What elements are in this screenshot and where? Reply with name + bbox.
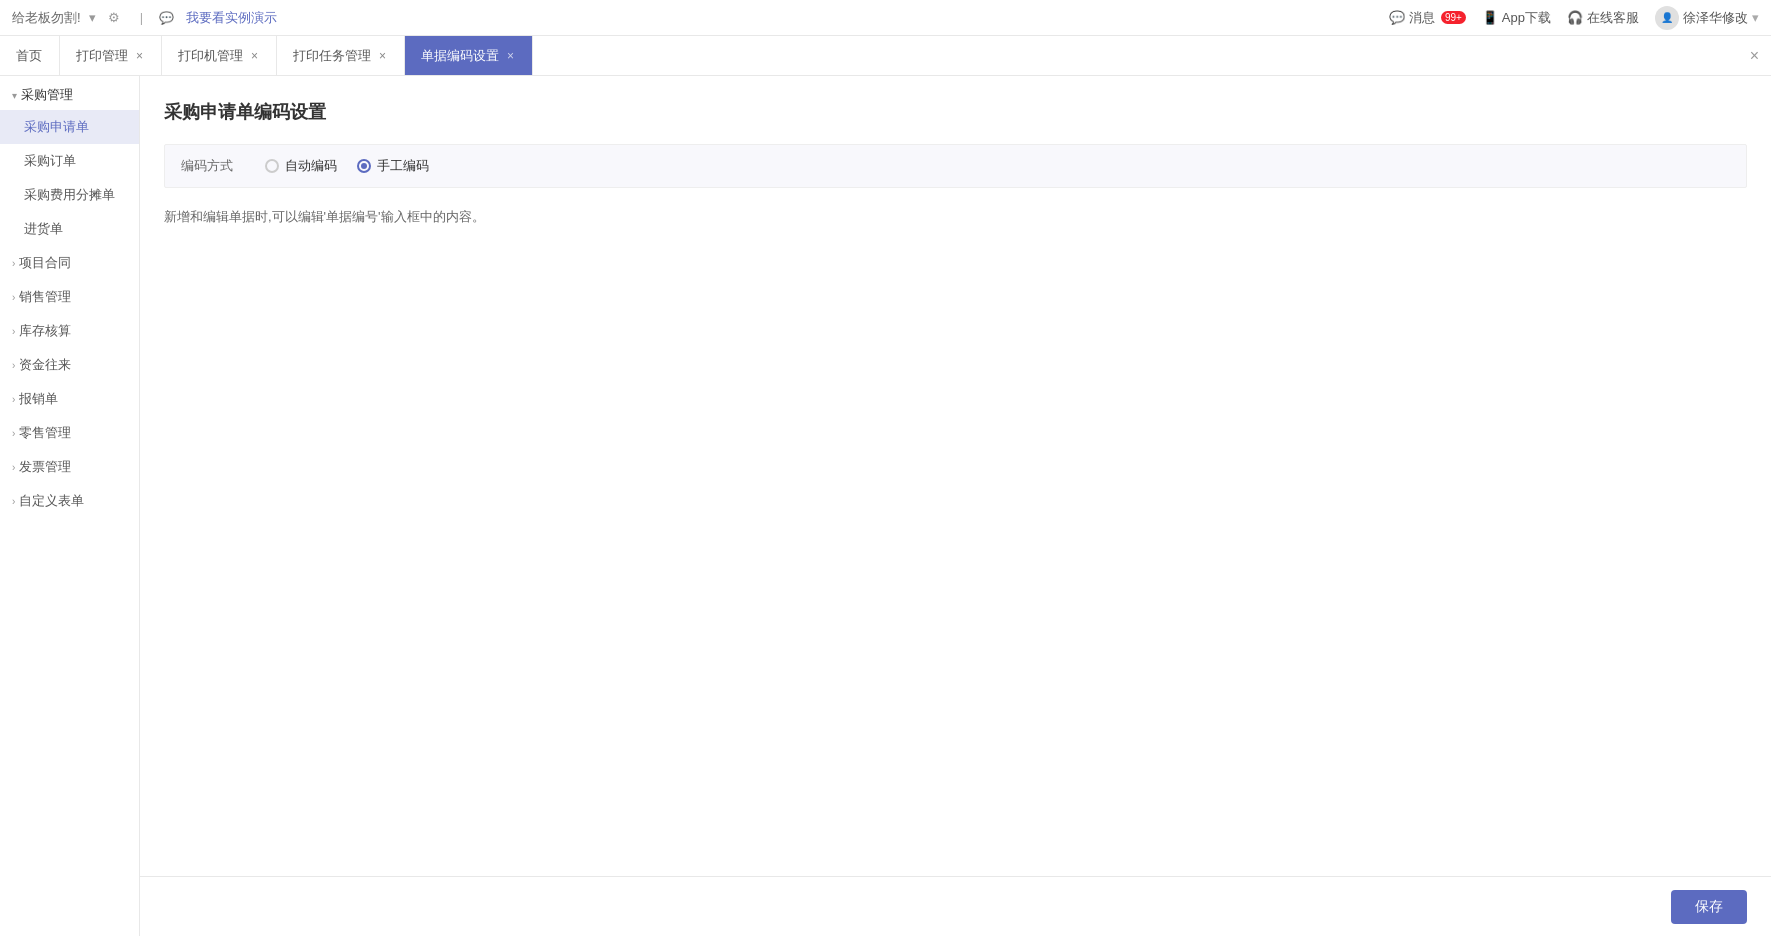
tab-printer-mgmt-label: 打印机管理 — [178, 47, 243, 65]
radio-manual-encoding[interactable]: 手工编码 — [357, 157, 429, 175]
hint-text: 新增和编辑单据时,可以编辑'单据编号'输入框中的内容。 — [164, 208, 1747, 226]
tab-printer-mgmt[interactable]: 打印机管理 × — [162, 36, 277, 75]
encoding-row: 编码方式 自动编码 手工编码 — [164, 144, 1747, 188]
sidebar-item-purchase-expense[interactable]: 采购费用分摊单 — [0, 178, 139, 212]
page-title: 采购申请单编码设置 — [164, 100, 1747, 124]
sidebar-group-project-contract[interactable]: › 项目合同 — [0, 246, 139, 280]
online-service-label: 在线客服 — [1587, 9, 1639, 27]
content-inner: 采购申请单编码设置 编码方式 自动编码 手工编码 — [140, 76, 1771, 876]
avatar: 👤 — [1655, 6, 1679, 30]
purchase-expense-label: 采购费用分摊单 — [24, 187, 115, 202]
tab-print-mgmt-label: 打印管理 — [76, 47, 128, 65]
main-layout: ▾ 采购管理 采购申请单 采购订单 采购费用分摊单 进货单 › 项目合同 › 销… — [0, 76, 1771, 936]
sidebar-group-purchase-header[interactable]: ▾ 采购管理 — [0, 76, 139, 110]
tab-home-label: 首页 — [16, 47, 42, 65]
save-button[interactable]: 保存 — [1671, 890, 1747, 924]
tab-print-mgmt[interactable]: 打印管理 × — [60, 36, 162, 75]
headset-icon: 🎧 — [1567, 10, 1583, 25]
purchase-group-label: 采购管理 — [21, 86, 73, 104]
purchase-group-arrow: ▾ — [12, 90, 17, 101]
capital-label: 资金往来 — [19, 356, 71, 374]
encoding-label: 编码方式 — [181, 157, 241, 175]
sidebar: ▾ 采购管理 采购申请单 采购订单 采购费用分摊单 进货单 › 项目合同 › 销… — [0, 76, 140, 936]
custom-form-arrow: › — [12, 496, 15, 507]
project-contract-arrow: › — [12, 258, 15, 269]
expense-report-label: 报销单 — [19, 390, 58, 408]
sales-mgmt-arrow: › — [12, 292, 15, 303]
purchase-request-label: 采购申请单 — [24, 119, 89, 134]
message-button[interactable]: 💬 消息 99+ — [1389, 9, 1466, 27]
settings-icon[interactable]: ⚙ — [108, 10, 120, 25]
sidebar-item-purchase-request[interactable]: 采购申请单 — [0, 110, 139, 144]
message-badge: 99+ — [1441, 11, 1466, 24]
content-area: 采购申请单编码设置 编码方式 自动编码 手工编码 — [140, 76, 1771, 936]
invoice-mgmt-label: 发票管理 — [19, 458, 71, 476]
sidebar-group-purchase: ▾ 采购管理 采购申请单 采购订单 采购费用分摊单 进货单 — [0, 76, 139, 246]
tab-home[interactable]: 首页 — [0, 36, 60, 75]
app-download-label: App下载 — [1502, 9, 1551, 27]
tab-barcode-settings-label: 单据编码设置 — [421, 47, 499, 65]
message-icon: 💬 — [1389, 10, 1405, 25]
tab-printer-mgmt-close[interactable]: × — [249, 47, 260, 65]
top-bar-left: 给老板勿割! ▾ ⚙ | 💬 我要看实例演示 — [12, 9, 277, 27]
radio-auto-encoding[interactable]: 自动编码 — [265, 157, 337, 175]
custom-form-label: 自定义表单 — [19, 492, 84, 510]
sidebar-group-invoice-mgmt[interactable]: › 发票管理 — [0, 450, 139, 484]
tab-bar: 首页 打印管理 × 打印机管理 × 打印任务管理 × 单据编码设置 × × — [0, 36, 1771, 76]
sidebar-group-custom-form[interactable]: › 自定义表单 — [0, 484, 139, 518]
tab-barcode-settings[interactable]: 单据编码设置 × — [405, 36, 533, 75]
tab-print-task-mgmt-label: 打印任务管理 — [293, 47, 371, 65]
radio-auto-circle — [265, 159, 279, 173]
manual-encoding-label: 手工编码 — [377, 157, 429, 175]
tab-barcode-settings-close[interactable]: × — [505, 47, 516, 65]
expense-report-arrow: › — [12, 394, 15, 405]
top-bar-right: 💬 消息 99+ 📱 App下载 🎧 在线客服 👤 徐泽华修改 ▾ — [1389, 6, 1759, 30]
tab-print-task-mgmt[interactable]: 打印任务管理 × — [277, 36, 405, 75]
sidebar-item-receipt[interactable]: 进货单 — [0, 212, 139, 246]
user-name: 徐泽华修改 — [1683, 9, 1748, 27]
retail-mgmt-arrow: › — [12, 428, 15, 439]
content-footer: 保存 — [140, 876, 1771, 936]
encoding-form-section: 编码方式 自动编码 手工编码 新增和编辑单据时,可以编辑'单据编号'输入框中的内… — [164, 144, 1747, 226]
tab-print-task-mgmt-close[interactable]: × — [377, 47, 388, 65]
app-download-button[interactable]: 📱 App下载 — [1482, 9, 1551, 27]
radio-group: 自动编码 手工编码 — [265, 157, 429, 175]
inventory-arrow: › — [12, 326, 15, 337]
invoice-mgmt-arrow: › — [12, 462, 15, 473]
sidebar-item-purchase-order[interactable]: 采购订单 — [0, 144, 139, 178]
sidebar-group-inventory[interactable]: › 库存核算 — [0, 314, 139, 348]
sidebar-group-expense-report[interactable]: › 报销单 — [0, 382, 139, 416]
user-dropdown-icon: ▾ — [1752, 10, 1759, 25]
project-contract-label: 项目合同 — [19, 254, 71, 272]
top-bar: 给老板勿割! ▾ ⚙ | 💬 我要看实例演示 💬 消息 99+ 📱 App下载 … — [0, 0, 1771, 36]
inventory-label: 库存核算 — [19, 322, 71, 340]
retail-mgmt-label: 零售管理 — [19, 424, 71, 442]
message-label: 消息 — [1409, 9, 1435, 27]
sales-mgmt-label: 销售管理 — [19, 288, 71, 306]
demo-text[interactable]: 我要看实例演示 — [186, 9, 277, 27]
tab-print-mgmt-close[interactable]: × — [134, 47, 145, 65]
auto-encoding-label: 自动编码 — [285, 157, 337, 175]
online-service-button[interactable]: 🎧 在线客服 — [1567, 9, 1639, 27]
receipt-label: 进货单 — [24, 221, 63, 236]
radio-manual-circle — [357, 159, 371, 173]
tab-bar-close-all[interactable]: × — [1738, 36, 1771, 76]
purchase-order-label: 采购订单 — [24, 153, 76, 168]
user-menu[interactable]: 👤 徐泽华修改 ▾ — [1655, 6, 1759, 30]
top-bar-brand-text: 给老板勿割! — [12, 9, 81, 27]
dropdown-icon[interactable]: ▾ — [89, 10, 96, 25]
sidebar-group-retail-mgmt[interactable]: › 零售管理 — [0, 416, 139, 450]
capital-arrow: › — [12, 360, 15, 371]
sidebar-group-sales-mgmt[interactable]: › 销售管理 — [0, 280, 139, 314]
app-icon: 📱 — [1482, 10, 1498, 25]
sidebar-group-capital[interactable]: › 资金往来 — [0, 348, 139, 382]
